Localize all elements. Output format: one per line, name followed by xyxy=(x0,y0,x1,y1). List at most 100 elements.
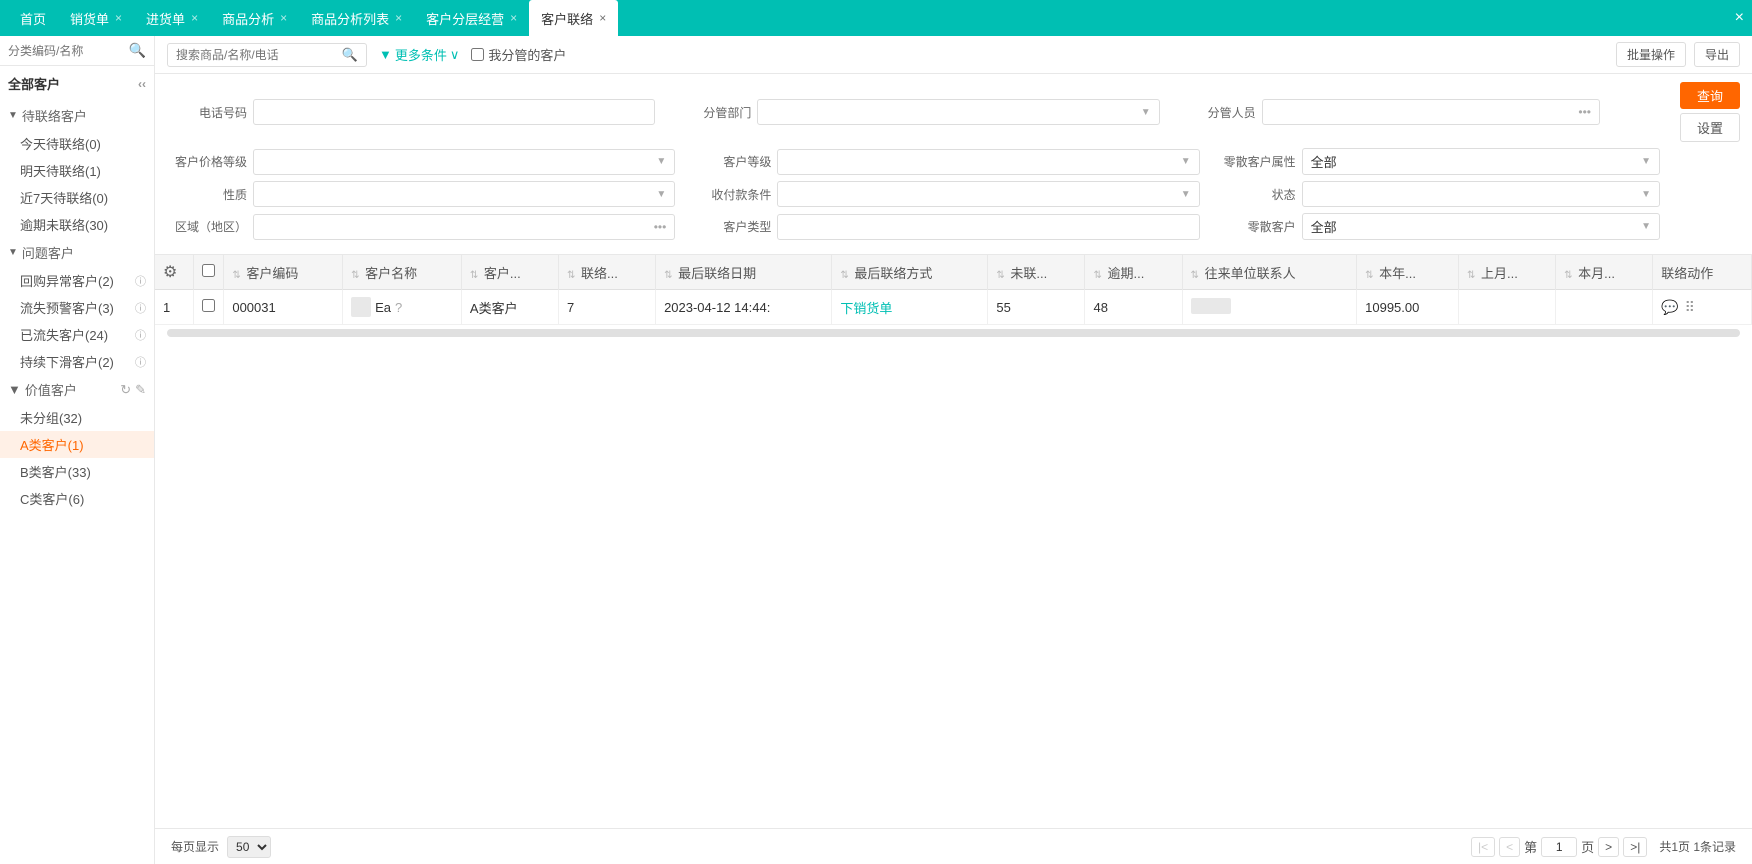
more-conditions-button[interactable]: ▼ 更多条件 ∨ xyxy=(379,45,459,64)
price-level-select[interactable]: ▼ xyxy=(253,149,675,175)
sidebar-collapse-icon[interactable]: ‹‹ xyxy=(138,77,146,91)
gear-icon[interactable]: ⚙ xyxy=(163,264,177,281)
all-customers-label: 全部客户 xyxy=(8,74,60,93)
close-product-analysis-tab[interactable]: × xyxy=(280,11,287,25)
adv-field-payment: 收付款条件 ▼ xyxy=(691,181,1215,207)
customer-avatar xyxy=(351,297,371,317)
nav-tab-customer-segment[interactable]: 客户分层经营 × xyxy=(414,0,529,36)
th-checkbox xyxy=(194,255,224,290)
batch-ops-button[interactable]: 批量操作 xyxy=(1616,42,1686,67)
nav-tab-purchase[interactable]: 进货单 × xyxy=(134,0,210,36)
chat-icon[interactable]: 💬 xyxy=(1661,299,1678,316)
row-contact-person xyxy=(1182,290,1357,325)
last-contact-method-link[interactable]: 下销货单 xyxy=(840,301,892,316)
customer-level-select[interactable]: ▼ xyxy=(777,149,1199,175)
action-icons: 💬 ⠿ xyxy=(1661,299,1743,316)
adv-field-nature: 性质 ▼ xyxy=(167,181,691,207)
row-last-contact-method: 下销货单 xyxy=(832,290,988,325)
close-purchase-tab[interactable]: × xyxy=(191,11,198,25)
nav-tab-product-analysis[interactable]: 商品分析 × xyxy=(210,0,299,36)
status-select[interactable]: ▼ xyxy=(1302,181,1660,207)
row-checkbox[interactable] xyxy=(202,299,215,312)
nav-tab-customer-contact[interactable]: 客户联络 × xyxy=(529,0,618,36)
query-button[interactable]: 查询 xyxy=(1680,82,1740,109)
sidebar-item-7days[interactable]: 近7天待联络(0) xyxy=(0,184,154,211)
nature-arrow: ▼ xyxy=(656,189,666,200)
close-product-analysis-list-tab[interactable]: × xyxy=(395,11,402,25)
close-sales-tab[interactable]: × xyxy=(115,11,122,25)
info-icon-4: ⓘ xyxy=(135,354,146,370)
bottom-bar: 每页显示 50 |< < 第 页 > >| 共1页 1条记录 xyxy=(155,828,1752,864)
nav-tab-product-analysis-list[interactable]: 商品分析列表 × xyxy=(299,0,414,36)
sidebar-item-churned[interactable]: 已流失客户(24) ⓘ xyxy=(0,321,154,348)
sidebar-item-declining[interactable]: 持续下滑客户(2) ⓘ xyxy=(0,348,154,375)
adv-field-customer-type: 客户类型 xyxy=(691,214,1215,240)
sidebar-search-input[interactable] xyxy=(8,44,129,58)
region-input[interactable]: ••• xyxy=(253,214,675,240)
sidebar-item-overdue[interactable]: 逾期未联络(30) xyxy=(0,211,154,238)
adv-filter-row1: 电话号码 分管部门 ▼ 分管人员 ••• 查询 设置 xyxy=(167,82,1740,142)
sidebar-item-churn-warning[interactable]: 流失预警客户(3) ⓘ xyxy=(0,294,154,321)
sidebar-section-pending[interactable]: ▼ 待联络客户 xyxy=(0,101,154,130)
edit-icon[interactable]: ✎ xyxy=(135,382,146,398)
payment-arrow: ▼ xyxy=(1181,189,1191,200)
nature-select[interactable]: ▼ xyxy=(253,181,675,207)
sidebar: 🔍 全部客户 ‹‹ ▼ 待联络客户 今天待联络(0) 明天待联络(1) 近7天待… xyxy=(0,36,155,864)
close-customer-contact-tab[interactable]: × xyxy=(599,11,606,25)
next-page-button[interactable]: > xyxy=(1598,837,1619,857)
payment-select[interactable]: ▼ xyxy=(777,181,1199,207)
customer-type-input[interactable] xyxy=(777,214,1199,240)
th-gear: ⚙ xyxy=(155,255,194,290)
prev-page-button[interactable]: < xyxy=(1499,837,1520,857)
per-page-select[interactable]: 50 xyxy=(227,836,271,858)
sidebar-item-c-class[interactable]: C类客户(6) xyxy=(0,485,154,512)
retail-customer-select[interactable]: 全部▼ xyxy=(1302,213,1660,240)
sidebar-item-a-class[interactable]: A类客户(1) xyxy=(0,431,154,458)
manager-input[interactable]: ••• xyxy=(1262,99,1600,125)
sidebar-section-problem[interactable]: ▼ 问题客户 xyxy=(0,238,154,267)
status-label: 状态 xyxy=(1216,186,1296,203)
horizontal-scrollbar[interactable] xyxy=(167,329,1740,337)
close-customer-segment-tab[interactable]: × xyxy=(510,11,517,25)
sidebar-item-tomorrow[interactable]: 明天待联络(1) xyxy=(0,157,154,184)
nav-tab-sales[interactable]: 销货单 × xyxy=(58,0,134,36)
th-name: ⇅ 客户名称 xyxy=(343,255,462,290)
search-box[interactable]: 🔍 xyxy=(167,43,367,67)
sort-icon-name: ⇅ xyxy=(351,270,359,281)
nav-home[interactable]: 首页 xyxy=(8,0,58,36)
refresh-icon[interactable]: ↻ xyxy=(120,382,131,398)
price-level-label: 客户价格等级 xyxy=(167,153,247,170)
sidebar-item-repurchase-abnormal[interactable]: 回购异常客户(2) ⓘ xyxy=(0,267,154,294)
search-icon[interactable]: 🔍 xyxy=(342,47,358,63)
select-all-checkbox[interactable] xyxy=(202,264,215,277)
adv-field-dept: 分管部门 ▼ xyxy=(671,99,1175,125)
page-number-input[interactable] xyxy=(1541,837,1577,857)
first-page-button[interactable]: |< xyxy=(1471,837,1495,857)
sidebar-item-today[interactable]: 今天待联络(0) xyxy=(0,130,154,157)
dept-label: 分管部门 xyxy=(671,104,751,121)
search-input[interactable] xyxy=(176,48,336,62)
all-customers-header[interactable]: 全部客户 ‹‹ xyxy=(0,66,154,101)
settings-button[interactable]: 设置 xyxy=(1680,113,1740,142)
phone-label: 电话号码 xyxy=(167,104,247,121)
sidebar-search-area: 🔍 xyxy=(0,36,154,66)
dept-select[interactable]: ▼ xyxy=(757,99,1159,125)
sidebar-item-b-class[interactable]: B类客户(33) xyxy=(0,458,154,485)
more-icon[interactable]: ⠿ xyxy=(1685,299,1695,316)
my-customers-checkbox[interactable]: 我分管的客户 xyxy=(471,45,566,64)
sidebar-search-icon[interactable]: 🔍 xyxy=(129,42,146,59)
adv-field-price-level: 客户价格等级 ▼ xyxy=(167,149,691,175)
phone-input[interactable] xyxy=(253,99,655,125)
export-button[interactable]: 导出 xyxy=(1694,42,1740,67)
sort-icon-last-month: ⇅ xyxy=(1467,270,1475,281)
page-label-text: 第 xyxy=(1524,837,1537,856)
status-arrow: ▼ xyxy=(1641,189,1651,200)
retail-attr-select[interactable]: 全部▼ xyxy=(1302,148,1660,175)
price-level-arrow: ▼ xyxy=(656,156,666,167)
sort-icon-date: ⇅ xyxy=(664,270,672,281)
my-customers-check[interactable] xyxy=(471,48,484,61)
close-all-button[interactable]: × xyxy=(1735,9,1744,27)
last-page-button[interactable]: >| xyxy=(1623,837,1647,857)
row-contact-count: 7 xyxy=(558,290,655,325)
sidebar-item-ungrouped[interactable]: 未分组(32) xyxy=(0,404,154,431)
